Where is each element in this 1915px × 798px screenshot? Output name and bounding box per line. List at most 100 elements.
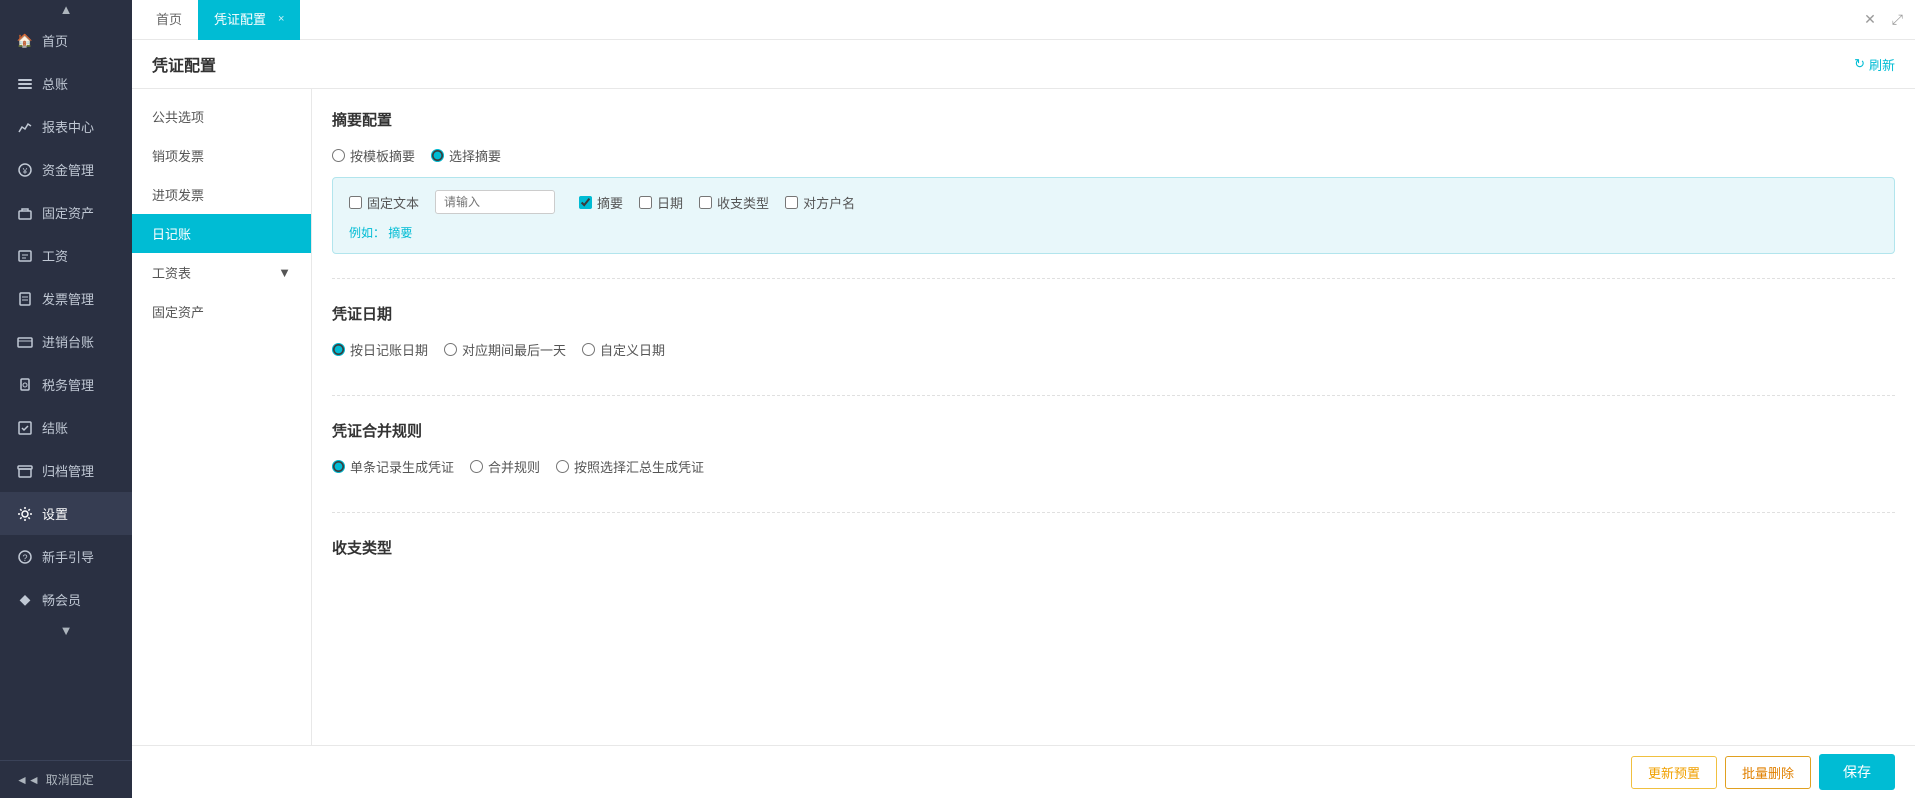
tab-voucher-config[interactable]: 凭证配置 × bbox=[198, 0, 300, 40]
ledger-icon bbox=[16, 75, 34, 93]
checkbox-summary-label[interactable]: 摘要 bbox=[579, 193, 623, 212]
radio-select-summary[interactable] bbox=[556, 460, 569, 473]
summary-config-box: 固定文本 摘要 日期 bbox=[332, 177, 1895, 254]
page-header: 凭证配置 ↻ 刷新 bbox=[132, 40, 1915, 89]
save-button[interactable]: 保存 bbox=[1819, 754, 1895, 790]
radio-custom-date-label[interactable]: 自定义日期 bbox=[582, 340, 665, 359]
sidebar-item-member[interactable]: ◆ 畅会员 bbox=[0, 578, 132, 621]
sidebar-item-salary[interactable]: 工资 bbox=[0, 234, 132, 277]
sidebar-item-label: 新手引导 bbox=[42, 547, 94, 566]
reports-icon bbox=[16, 118, 34, 136]
chevron-down-icon: ▼ bbox=[278, 265, 291, 280]
closing-icon bbox=[16, 419, 34, 437]
summary-config-section: 摘要配置 按模板摘要 选择摘要 bbox=[332, 109, 1895, 279]
assets-icon bbox=[16, 204, 34, 222]
nav-item-public[interactable]: 公共选项 bbox=[132, 97, 311, 136]
summary-radio-row: 按模板摘要 选择摘要 bbox=[332, 146, 1895, 165]
funds-icon: ¥ bbox=[16, 161, 34, 179]
unpin-button[interactable]: ◄◄ 取消固定 bbox=[0, 760, 132, 798]
right-content: 摘要配置 按模板摘要 选择摘要 bbox=[312, 89, 1915, 745]
checkbox-counterparty-label[interactable]: 对方户名 bbox=[785, 193, 855, 212]
radio-due-last-label[interactable]: 对应期间最后一天 bbox=[444, 340, 566, 359]
checkbox-summary[interactable] bbox=[579, 196, 592, 209]
nav-item-payroll[interactable]: 工资表 ▼ bbox=[132, 253, 311, 292]
voucher-date-section: 凭证日期 按日记账日期 对应期间最后一天 自定义日期 bbox=[332, 303, 1895, 396]
fixed-text-input[interactable] bbox=[435, 190, 555, 214]
update-preview-button[interactable]: 更新预置 bbox=[1631, 756, 1717, 789]
summary-options-row: 固定文本 摘要 日期 bbox=[349, 190, 1878, 214]
radio-single-record-label[interactable]: 单条记录生成凭证 bbox=[332, 457, 454, 476]
content-layout: 公共选项 销项发票 进项发票 日记账 工资表 ▼ 固定资产 bbox=[132, 89, 1915, 745]
radio-merge-rule-label[interactable]: 合并规则 bbox=[470, 457, 540, 476]
sidebar-item-reports[interactable]: 报表中心 bbox=[0, 105, 132, 148]
sidebar-item-assets[interactable]: 固定资产 bbox=[0, 191, 132, 234]
sidebar-item-label: 报表中心 bbox=[42, 117, 94, 136]
sidebar-item-label: 进销台账 bbox=[42, 332, 94, 351]
svg-text:?: ? bbox=[22, 553, 27, 563]
sidebar-item-guide[interactable]: ? 新手引导 bbox=[0, 535, 132, 578]
checkbox-date-label[interactable]: 日期 bbox=[639, 193, 683, 212]
sidebar-scroll-up[interactable]: ▲ bbox=[0, 0, 132, 19]
sidebar-item-tax[interactable]: 税务管理 bbox=[0, 363, 132, 406]
voucher-date-title: 凭证日期 bbox=[332, 303, 1895, 324]
tab-close-button[interactable]: ✕ bbox=[1860, 7, 1880, 32]
archive-icon bbox=[16, 462, 34, 480]
radio-template-label[interactable]: 按模板摘要 bbox=[332, 146, 415, 165]
example-text: 例如： 摘要 bbox=[349, 224, 1878, 241]
radio-single-record[interactable] bbox=[332, 460, 345, 473]
tax-icon bbox=[16, 376, 34, 394]
nav-item-fixed-assets[interactable]: 固定资产 bbox=[132, 292, 311, 331]
radio-select-summary-label[interactable]: 按照选择汇总生成凭证 bbox=[556, 457, 704, 476]
radio-journal-date[interactable] bbox=[332, 343, 345, 356]
voucher-date-radio-row: 按日记账日期 对应期间最后一天 自定义日期 bbox=[332, 340, 1895, 359]
sidebar-item-invoices[interactable]: 发票管理 bbox=[0, 277, 132, 320]
radio-select[interactable] bbox=[431, 149, 444, 162]
pin-icon: ◄◄ bbox=[16, 773, 40, 787]
radio-journal-date-label[interactable]: 按日记账日期 bbox=[332, 340, 428, 359]
sidebar-scroll-down[interactable]: ▼ bbox=[0, 621, 132, 640]
sidebar-item-sales[interactable]: 进销台账 bbox=[0, 320, 132, 363]
nav-item-purchase-invoice[interactable]: 进项发票 bbox=[132, 175, 311, 214]
sidebar-item-home[interactable]: 🏠 首页 bbox=[0, 19, 132, 62]
member-icon: ◆ bbox=[16, 591, 34, 609]
radio-custom-date[interactable] bbox=[582, 343, 595, 356]
radio-select-label[interactable]: 选择摘要 bbox=[431, 146, 501, 165]
invoices-icon bbox=[16, 290, 34, 308]
refresh-button[interactable]: ↻ 刷新 bbox=[1854, 55, 1895, 74]
sidebar-item-archive[interactable]: 归档管理 bbox=[0, 449, 132, 492]
radio-due-last[interactable] bbox=[444, 343, 457, 356]
sidebar-item-label: 发票管理 bbox=[42, 289, 94, 308]
checkbox-date[interactable] bbox=[639, 196, 652, 209]
sales-icon bbox=[16, 333, 34, 351]
sidebar-item-label: 结账 bbox=[42, 418, 68, 437]
nav-item-journal[interactable]: 日记账 bbox=[132, 214, 311, 253]
main-area: 首页 凭证配置 × ✕ ⤢ 凭证配置 ↻ 刷新 公共选项 bbox=[132, 0, 1915, 798]
sidebar-item-funds[interactable]: ¥ 资金管理 bbox=[0, 148, 132, 191]
merge-rules-title: 凭证合并规则 bbox=[332, 420, 1895, 441]
tab-close-icon[interactable]: × bbox=[278, 13, 284, 25]
sidebar-item-label: 固定资产 bbox=[42, 203, 94, 222]
tab-home[interactable]: 首页 bbox=[140, 0, 198, 40]
page-content: 凭证配置 ↻ 刷新 公共选项 销项发票 进项发票 日记账 bbox=[132, 40, 1915, 798]
checkbox-payment-type[interactable] bbox=[699, 196, 712, 209]
merge-rules-section: 凭证合并规则 单条记录生成凭证 合并规则 按照选择汇总生成凭证 bbox=[332, 420, 1895, 513]
sidebar-item-label: 总账 bbox=[42, 74, 68, 93]
batch-delete-button[interactable]: 批量删除 bbox=[1725, 756, 1811, 789]
page-title: 凭证配置 bbox=[152, 52, 216, 76]
sidebar-item-closing[interactable]: 结账 bbox=[0, 406, 132, 449]
radio-template[interactable] bbox=[332, 149, 345, 162]
tab-expand-button[interactable]: ⤢ bbox=[1888, 7, 1907, 32]
checkbox-payment-type-label[interactable]: 收支类型 bbox=[699, 193, 769, 212]
radio-merge-rule[interactable] bbox=[470, 460, 483, 473]
sidebar-item-label: 资金管理 bbox=[42, 160, 94, 179]
tab-actions: ✕ ⤢ bbox=[1860, 7, 1907, 32]
sidebar-item-settings[interactable]: 设置 bbox=[0, 492, 132, 535]
checkbox-fixed-text[interactable] bbox=[349, 196, 362, 209]
checkbox-fixed-text-label[interactable]: 固定文本 bbox=[349, 193, 419, 212]
checkbox-counterparty[interactable] bbox=[785, 196, 798, 209]
nav-item-sales-invoice[interactable]: 销项发票 bbox=[132, 136, 311, 175]
sidebar-item-ledger[interactable]: 总账 bbox=[0, 62, 132, 105]
sidebar-item-label: 归档管理 bbox=[42, 461, 94, 480]
settings-icon bbox=[16, 505, 34, 523]
tab-voucher-label: 凭证配置 bbox=[214, 9, 266, 28]
